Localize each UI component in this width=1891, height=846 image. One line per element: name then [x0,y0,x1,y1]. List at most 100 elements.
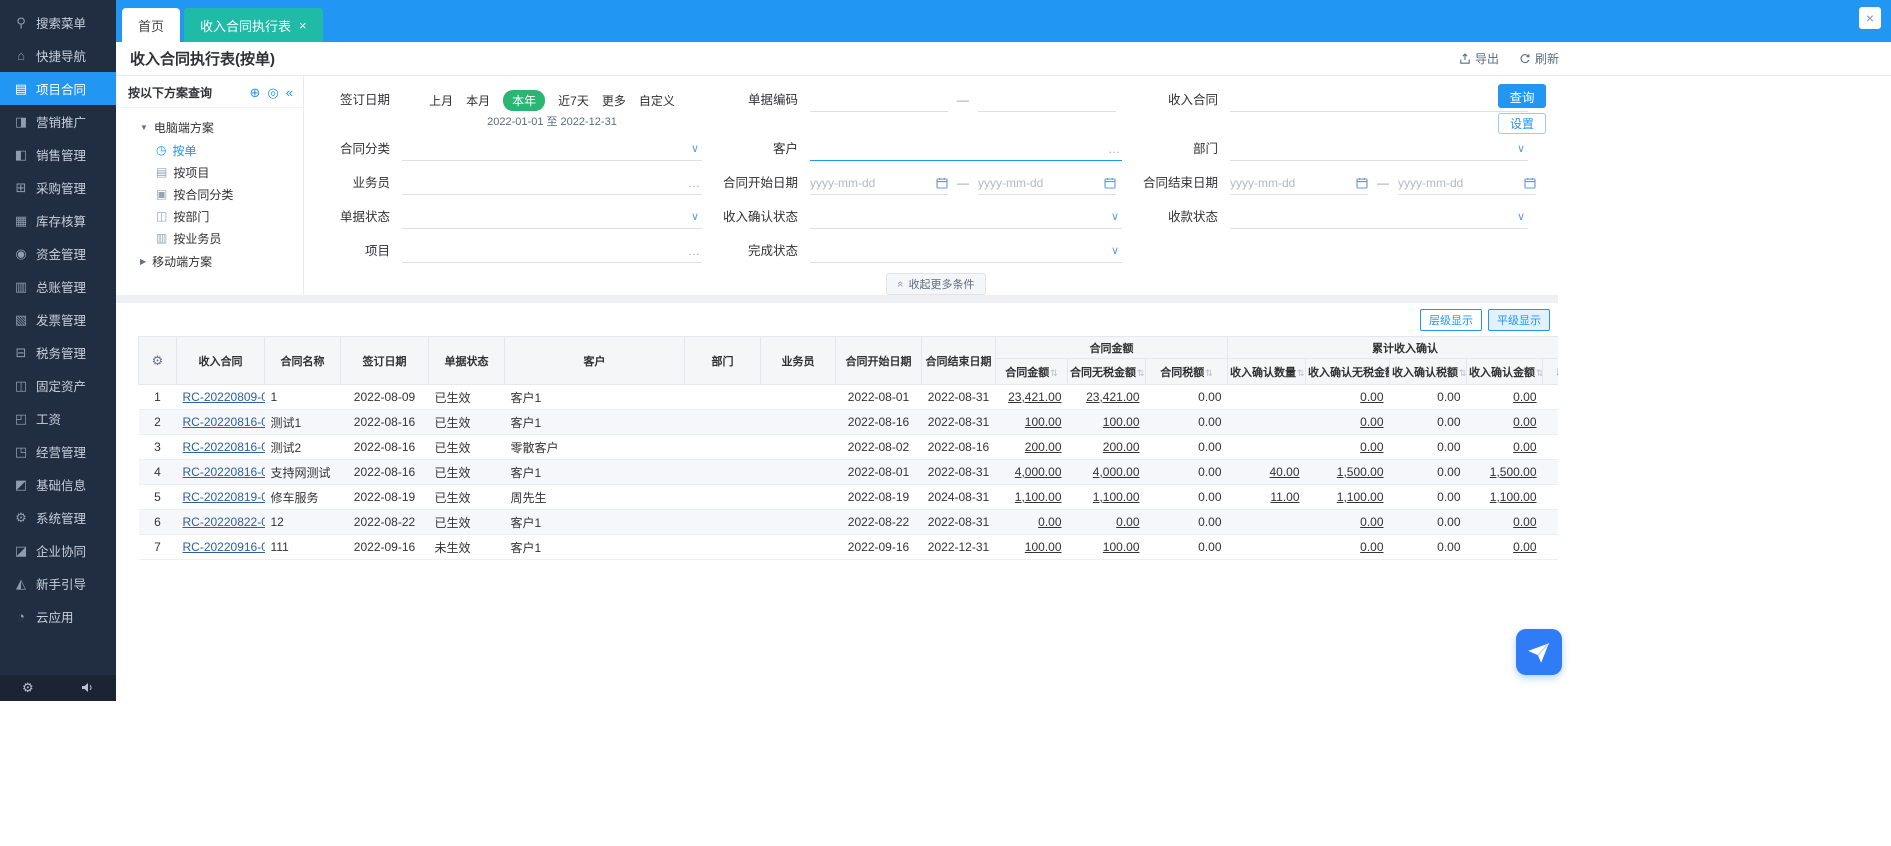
chevron-down-icon[interactable]: ∨ [1108,210,1122,223]
department-select[interactable] [1230,141,1514,156]
close-icon[interactable]: × [1859,7,1881,29]
complete-status-select[interactable] [810,243,1108,258]
doc-code-from-input[interactable] [810,92,948,107]
amount-link[interactable]: 1,100.00 [1490,490,1537,504]
add-scheme-icon[interactable]: ⊕ [250,85,261,101]
amount-link[interactable]: 200.00 [1103,440,1140,454]
scheme-group-mobile[interactable]: ▶ 移动端方案 [116,249,303,273]
sidebar-item-collaboration[interactable]: ◪ 企业协同 [0,534,116,567]
col-header-salesman[interactable]: 业务员 [760,336,836,385]
contract-code-link[interactable]: RC-20220816-003 [183,465,265,479]
contract-code-link[interactable]: RC-20220816-002 [183,440,265,454]
amount-link[interactable]: 1,500.00 [1490,465,1537,479]
scheme-item-by-project[interactable]: ▤ 按项目 [116,161,303,183]
contract-code-link[interactable]: RC-20220916-001 [183,540,265,554]
chevron-down-icon[interactable]: ∨ [1108,244,1122,257]
sidebar-item-base-info[interactable]: ◩ 基础信息 [0,468,116,501]
amount-link[interactable]: 0.00 [1513,540,1536,554]
chevron-down-icon[interactable]: ∨ [1514,142,1528,155]
amount-link[interactable]: 100.00 [1025,540,1062,554]
sidebar-item-ledger[interactable]: ▥ 总账管理 [0,270,116,303]
sort-icon[interactable]: ⇅ [1459,368,1466,378]
amount-link[interactable]: 0.00 [1513,440,1536,454]
amount-link[interactable]: 0.00 [1360,390,1383,404]
amount-link[interactable]: 100.00 [1025,415,1062,429]
collection-status-select[interactable] [1230,209,1514,224]
sidebar-item-sales[interactable]: ◧ 销售管理 [0,138,116,171]
amount-link[interactable]: 4,000.00 [1015,465,1062,479]
contract-code-link[interactable]: RC-20220816-001 [183,415,265,429]
scheme-item-by-salesman[interactable]: ▥ 按业务员 [116,227,303,249]
chevron-down-icon[interactable]: ∨ [688,142,702,155]
amount-link[interactable]: 100.00 [1103,415,1140,429]
amount-link[interactable]: 1,500.00 [1337,465,1384,479]
amount-link[interactable]: 1,100.00 [1337,490,1384,504]
amount-link[interactable]: 0.00 [1360,415,1383,429]
amount-link[interactable]: 40.00 [1269,465,1299,479]
col-header-confirm-amount[interactable]: 收入确认金额⇅ [1466,358,1544,385]
contract-code-link[interactable]: RC-20220819-001 [183,490,265,504]
calendar-icon[interactable] [1104,177,1116,189]
col-header-amount-notax[interactable]: 合同无税金额⇅ [1067,358,1146,385]
calendar-icon[interactable] [936,177,948,189]
column-settings-button[interactable]: ⚙ [138,336,177,385]
ellipsis-picker-icon[interactable]: … [686,176,702,190]
sidebar-item-inventory[interactable]: ▦ 库存核算 [0,204,116,237]
amount-link[interactable]: 0.00 [1513,390,1536,404]
income-confirm-status-select[interactable] [810,209,1108,224]
locate-icon[interactable]: ◎ [267,85,278,101]
view-toggle-button[interactable]: 层级显示 [1420,309,1482,331]
customer-input[interactable] [810,141,1106,156]
sidebar-item-quick-nav[interactable]: ⌂ 快捷导航 [0,39,116,72]
amount-link[interactable]: 0.00 [1513,415,1536,429]
calendar-icon[interactable] [1356,177,1368,189]
sidebar-item-operation[interactable]: ◳ 经营管理 [0,435,116,468]
chevron-down-icon[interactable]: ∨ [1514,210,1528,223]
income-contract-input[interactable] [1230,92,1512,107]
ellipsis-picker-icon[interactable]: … [686,244,702,258]
export-button[interactable]: 导出 [1459,50,1499,67]
col-header-confirm-qty[interactable]: 收入确认数量⇅ [1227,358,1307,385]
scheme-group-pc[interactable]: ▼ 电脑端方案 [116,115,303,139]
col-header-code[interactable]: 收入合同 [176,336,265,385]
sort-icon[interactable]: ⇅ [1536,368,1542,378]
project-input[interactable] [402,243,686,258]
assistant-float-button[interactable] [1516,629,1562,675]
sort-icon[interactable]: ⇅ [1205,368,1213,378]
contract-end-from-input[interactable] [1230,175,1356,190]
quick-date-option[interactable]: 自定义 [639,92,675,109]
sidebar-item-tax[interactable]: ⊟ 税务管理 [0,336,116,369]
sidebar-item-system[interactable]: ⚙ 系统管理 [0,501,116,534]
amount-link[interactable]: 100.00 [1103,540,1140,554]
col-header-end-date[interactable]: 合同结束日期 [921,336,996,385]
col-header-name[interactable]: 合同名称 [264,336,341,385]
col-header-dept[interactable]: 部门 [684,336,761,385]
col-header-start-date[interactable]: 合同开始日期 [835,336,922,385]
sort-icon[interactable]: ⇅ [1297,368,1305,378]
quick-date-option[interactable]: 本月 [466,92,490,109]
sidebar-item-fixed-assets[interactable]: ◫ 固定资产 [0,369,116,402]
announcement-icon[interactable] [81,681,94,696]
col-header-amount[interactable]: 合同金额⇅ [995,358,1068,385]
sidebar-item-search[interactable]: ⚲ 搜索菜单 [0,6,116,39]
quick-date-option[interactable]: 更多 [602,92,626,109]
view-toggle-button[interactable]: 平级显示 [1488,309,1550,331]
contract-code-link[interactable]: RC-20220809-001 [183,390,265,404]
sort-icon[interactable]: ⇅ [1137,368,1145,378]
amount-link[interactable]: 0.00 [1513,515,1536,529]
col-header-amount-tax[interactable]: 合同税额⇅ [1144,358,1229,385]
tab-income-contract-report[interactable]: 收入合同执行表 × [184,8,323,42]
col-header-confirm-tax[interactable]: 收入确认税额⇅ [1389,358,1468,385]
contract-category-select[interactable] [402,141,688,156]
amount-link[interactable]: 0.00 [1360,515,1383,529]
calendar-icon[interactable] [1524,177,1536,189]
amount-link[interactable]: 0.00 [1116,515,1139,529]
scheme-item-by-order[interactable]: ◷ 按单 [116,139,303,161]
query-button[interactable]: 查询 [1498,84,1546,108]
amount-link[interactable]: 0.00 [1360,440,1383,454]
col-header-clipped[interactable]: 收 [1542,358,1558,385]
col-header-status[interactable]: 单据状态 [428,336,505,385]
sidebar-item-cloud-app[interactable]: ◔ 云应用 [0,600,116,633]
doc-status-select[interactable] [402,209,688,224]
sidebar-item-marketing[interactable]: ◨ 营销推广 [0,105,116,138]
